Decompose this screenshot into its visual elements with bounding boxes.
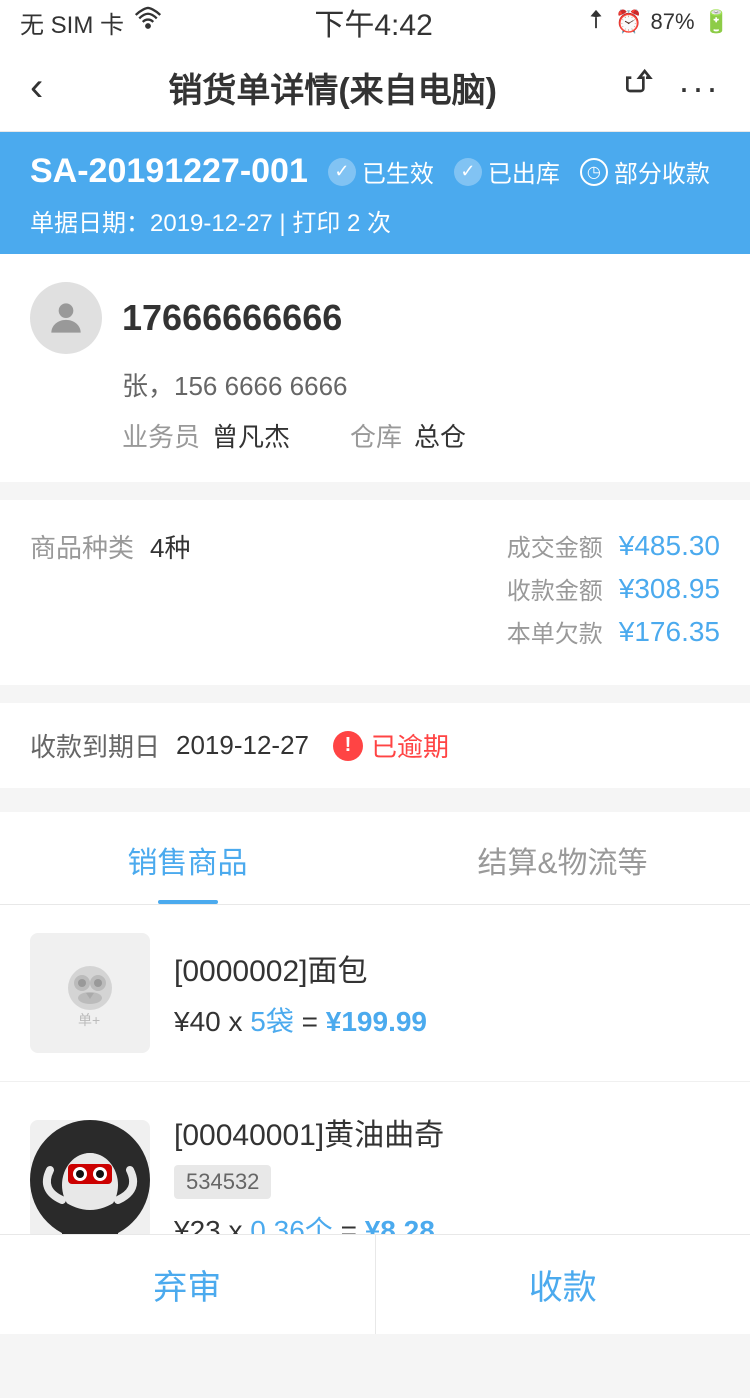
status-bar: 无 SIM 卡 下午4:42 ⏰ 87% 🔋 xyxy=(0,0,750,44)
due-section: 收款到期日 2019-12-27 ! 已逾期 xyxy=(0,703,750,788)
due-label: 收款到期日 xyxy=(30,727,160,764)
debt-label: 本单欠款 xyxy=(507,614,603,649)
cancel-button[interactable]: 弃审 xyxy=(0,1235,376,1334)
confirm-button[interactable]: 收款 xyxy=(376,1235,750,1334)
alarm-icon: ⏰ xyxy=(615,9,642,35)
product-price-1: ¥40 x 5袋 = ¥199.99 xyxy=(174,1000,720,1040)
customer-contact: 张，156 6666 6666 xyxy=(122,366,720,403)
tab-sales-products[interactable]: 销售商品 xyxy=(0,812,375,904)
category-label: 商品种类 xyxy=(30,528,134,565)
product-name-1: [0000002]面包 xyxy=(174,946,720,990)
check-icon-2: ✓ xyxy=(454,158,482,186)
carrier-label: 无 SIM 卡 xyxy=(20,5,124,40)
separator-2 xyxy=(0,687,750,703)
customer-id: 17666666666 xyxy=(122,297,342,339)
status-badge-effective: ✓ 已生效 xyxy=(328,154,434,189)
product-list: 单+ [0000002]面包 ¥40 x 5袋 = ¥199.99 xyxy=(0,905,750,1278)
svg-text:单+: 单+ xyxy=(78,1012,100,1028)
avatar xyxy=(30,282,102,354)
separator-1 xyxy=(0,484,750,500)
receipt-label: 收款金额 xyxy=(507,571,603,606)
clock-icon: ◷ xyxy=(580,158,608,186)
amount-label: 成交金额 xyxy=(507,528,603,563)
sales-label: 业务员 xyxy=(122,417,200,454)
sales-value: 曾凡杰 xyxy=(212,417,290,454)
time-label: 下午4:42 xyxy=(314,0,432,44)
due-date: 2019-12-27 xyxy=(176,730,309,761)
order-id: SA-20191227-001 xyxy=(30,152,308,191)
nav-bar: ‹ 销货单详情(来自电脑) ··· xyxy=(0,44,750,132)
back-button[interactable]: ‹ xyxy=(30,65,43,110)
stats-section: 商品种类 4种 成交金额 ¥485.30 收款金额 ¥308.95 本单欠款 ¥… xyxy=(0,500,750,685)
order-date-info: 单据日期：2019-12-27 | 打印 2 次 xyxy=(30,203,720,238)
customer-section: 17666666666 张，156 6666 6666 业务员 曾凡杰 仓库 总… xyxy=(0,254,750,482)
tab-settlement[interactable]: 结算&物流等 xyxy=(375,812,750,904)
order-header-banner: SA-20191227-001 ✓ 已生效 ✓ 已出库 ◷ 部分收款 单据日期：… xyxy=(0,132,750,254)
tab-section: 销售商品 结算&物流等 xyxy=(0,812,750,905)
category-value: 4种 xyxy=(150,528,190,565)
list-item: 单+ [0000002]面包 ¥40 x 5袋 = ¥199.99 xyxy=(0,905,750,1082)
status-badge-partial: ◷ 部分收款 xyxy=(580,154,710,189)
overdue-icon: ! xyxy=(333,731,363,761)
battery-icon: 🔋 xyxy=(703,9,730,35)
check-icon-1: ✓ xyxy=(328,158,356,186)
status-badge-shipped: ✓ 已出库 xyxy=(454,154,560,189)
product-thumbnail-2 xyxy=(30,1120,150,1240)
battery-label: 87% xyxy=(651,9,695,35)
warehouse-value: 总仓 xyxy=(414,417,466,454)
overdue-badge: ! 已逾期 xyxy=(333,727,449,764)
nav-title: 销货单详情(来自电脑) xyxy=(168,63,497,112)
separator-3 xyxy=(0,796,750,812)
receipt-value: ¥308.95 xyxy=(619,573,720,605)
share-icon[interactable] xyxy=(622,67,654,108)
debt-value: ¥176.35 xyxy=(619,616,720,648)
product-info-1: [0000002]面包 ¥40 x 5袋 = ¥199.99 xyxy=(174,946,720,1040)
bottom-action-bar: 弃审 收款 xyxy=(0,1234,750,1334)
location-icon xyxy=(585,8,607,36)
product-info-2: [00040001]黄油曲奇 534532 ¥23 x 0.36个 = ¥8.2… xyxy=(174,1110,720,1249)
product-name-2: [00040001]黄油曲奇 xyxy=(174,1110,720,1154)
customer-meta: 业务员 曾凡杰 仓库 总仓 xyxy=(122,417,720,454)
amount-value: ¥485.30 xyxy=(619,530,720,562)
product-thumbnail-1: 单+ xyxy=(30,933,150,1053)
more-icon[interactable]: ··· xyxy=(678,67,720,109)
product-tag-2: 534532 xyxy=(174,1165,271,1199)
wifi-icon xyxy=(134,5,162,40)
warehouse-label: 仓库 xyxy=(350,417,402,454)
overdue-text: 已逾期 xyxy=(371,727,449,764)
